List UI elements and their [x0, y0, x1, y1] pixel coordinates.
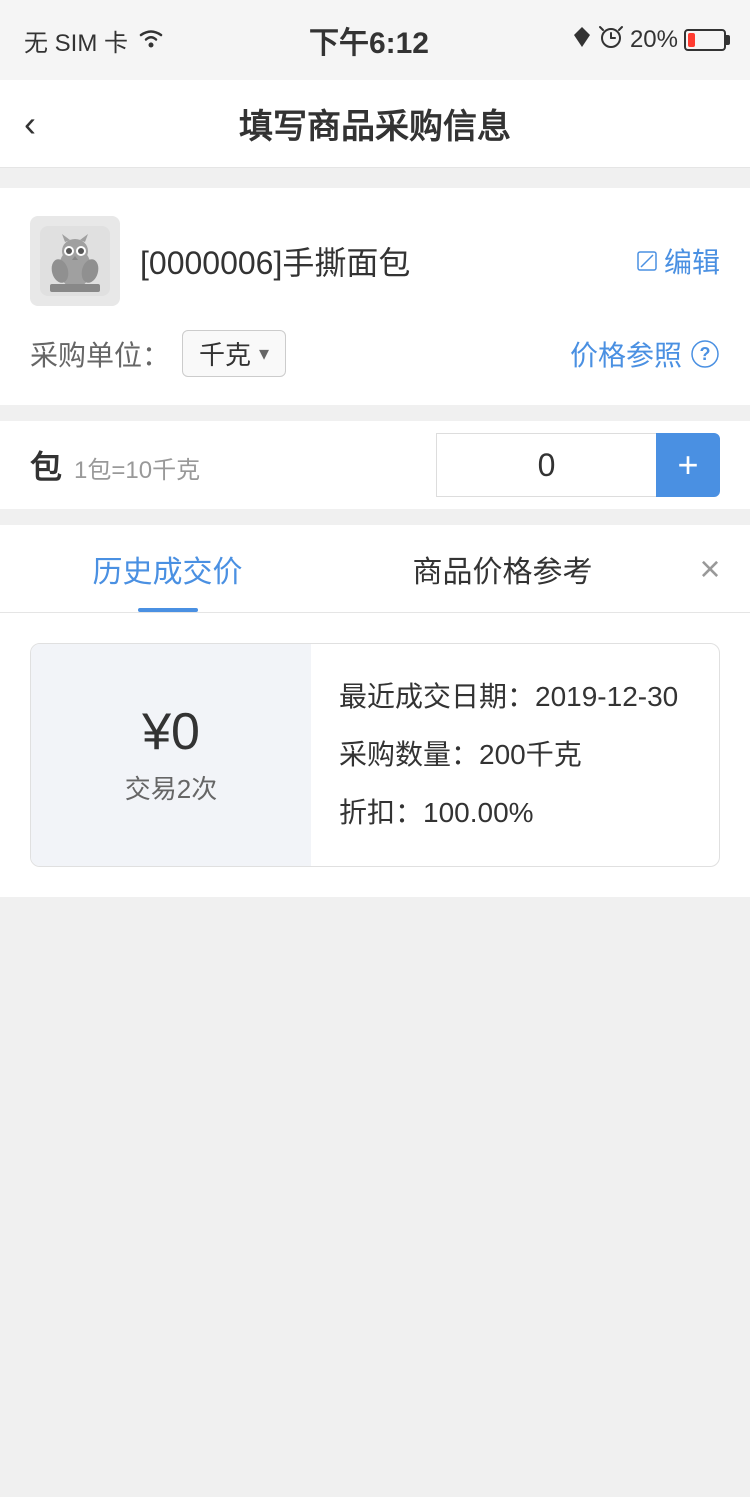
tab-history-label: 历史成交价 — [93, 547, 243, 591]
unit-select[interactable]: 千克 ▾ — [182, 330, 286, 377]
help-circle-icon: ? — [690, 339, 720, 369]
discount-row: 折扣：100.00% — [339, 792, 691, 834]
status-carrier: 无 SIM 卡 — [24, 23, 166, 58]
battery-percent-text: 20% — [630, 26, 678, 54]
edit-icon — [636, 250, 658, 272]
chevron-down-icon: ▾ — [259, 341, 269, 366]
tab-product-label: 商品价格参考 — [413, 547, 593, 591]
svg-text:?: ? — [700, 344, 711, 364]
history-card-left: ¥0 交易2次 — [31, 644, 311, 866]
price-ref-label: 价格参照 — [570, 334, 682, 374]
product-logo — [40, 226, 110, 296]
alarm-icon — [598, 24, 624, 57]
recent-date-label: 最近成交日期： — [339, 681, 535, 712]
product-header: [0000006]手撕面包 编辑 — [30, 216, 720, 306]
unit-row: 采购单位： 千克 ▾ — [30, 330, 286, 377]
quantity-input[interactable] — [436, 433, 656, 497]
plus-icon: + — [677, 447, 698, 483]
product-footer: 采购单位： 千克 ▾ 价格参照 ? — [30, 330, 720, 377]
recent-date-value: 2019-12-30 — [535, 681, 678, 712]
history-card-right: 最近成交日期：2019-12-30 采购数量：200千克 折扣：100.00% — [311, 644, 719, 866]
page-title: 填写商品采购信息 — [239, 99, 511, 148]
quantity-input-group: + — [436, 433, 720, 497]
status-bar: 无 SIM 卡 下午6:12 20% — [0, 0, 750, 80]
product-name: [0000006]手撕面包 — [140, 238, 410, 284]
tab-active-bar — [138, 608, 198, 612]
history-price: ¥0 — [142, 704, 200, 761]
edit-button[interactable]: 编辑 — [636, 241, 720, 281]
tab-history-price[interactable]: 历史成交价 — [0, 525, 335, 612]
quantity-conversion: 1包=10千克 — [74, 450, 200, 485]
history-card: ¥0 交易2次 最近成交日期：2019-12-30 采购数量：200千克 折扣：… — [30, 643, 720, 867]
quantity-plus-button[interactable]: + — [656, 433, 720, 497]
discount-label: 折扣： — [339, 797, 423, 828]
history-content: ¥0 交易2次 最近成交日期：2019-12-30 采购数量：200千克 折扣：… — [0, 613, 750, 897]
tabs-header: 历史成交价 商品价格参考 × — [0, 525, 750, 613]
discount-value: 100.00% — [423, 797, 534, 828]
close-icon: × — [699, 548, 720, 590]
carrier-text: 无 SIM 卡 — [24, 23, 128, 58]
edit-label: 编辑 — [664, 241, 720, 281]
price-value: 0 — [171, 703, 200, 761]
status-right: 20% — [572, 24, 726, 57]
quantity-row: 包 1包=10千克 + — [0, 421, 750, 509]
wifi-icon — [136, 26, 166, 55]
price-symbol: ¥ — [142, 703, 171, 761]
tabs-close-button[interactable]: × — [670, 525, 750, 612]
back-button[interactable]: ‹ — [24, 103, 36, 145]
product-card: [0000006]手撕面包 编辑 采购单位： 千克 ▾ 价格参照 ? — [0, 188, 750, 405]
recent-date-row: 最近成交日期：2019-12-30 — [339, 676, 691, 718]
battery-icon — [684, 29, 726, 51]
unit-value: 千克 — [199, 335, 251, 372]
quantity-label: 包 1包=10千克 — [30, 442, 200, 488]
purchase-qty-value: 200千克 — [479, 739, 582, 770]
quantity-unit: 包 — [30, 442, 62, 488]
location-icon — [572, 25, 592, 56]
trade-count: 交易2次 — [125, 769, 217, 806]
nav-bar: ‹ 填写商品采购信息 — [0, 80, 750, 168]
purchase-qty-label: 采购数量： — [339, 739, 479, 770]
price-reference-link[interactable]: 价格参照 ? — [570, 334, 720, 374]
tab-product-price[interactable]: 商品价格参考 — [335, 525, 670, 612]
purchase-qty-row: 采购数量：200千克 — [339, 734, 691, 776]
product-thumbnail — [30, 216, 120, 306]
tabs-section: 历史成交价 商品价格参考 × ¥0 交易2次 最近成交日期：2019-12-30 — [0, 525, 750, 897]
product-left: [0000006]手撕面包 — [30, 216, 410, 306]
status-time: 下午6:12 — [309, 18, 429, 62]
main-content — [0, 897, 750, 1497]
unit-label: 采购单位： — [30, 334, 170, 374]
